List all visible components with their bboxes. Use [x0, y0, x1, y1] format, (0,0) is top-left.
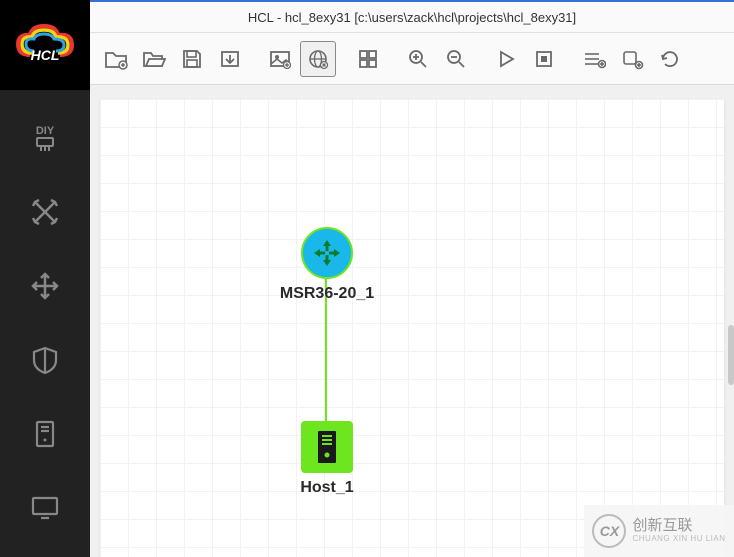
app-sidebar: HCL DIY — [0, 0, 90, 557]
toolbar-export-button[interactable] — [212, 41, 248, 77]
sidebar-item-arrows[interactable] — [27, 194, 63, 230]
node-label: Host_1 — [300, 479, 353, 497]
vertical-scrollbar[interactable] — [728, 85, 734, 557]
app-logo: HCL — [0, 0, 90, 90]
watermark-sub: CHUANG XIN HU LIAN — [632, 535, 725, 544]
toolbar-globe-button[interactable] — [300, 41, 336, 77]
router-icon — [301, 227, 353, 279]
svg-text:DIY: DIY — [36, 125, 55, 137]
toolbar-zoom-in-button[interactable] — [400, 41, 436, 77]
watermark-text: 创新互联 — [632, 518, 725, 535]
toolbar-refresh-button[interactable] — [652, 41, 688, 77]
toolbar-open-button[interactable] — [136, 41, 172, 77]
toolbar-grid-button[interactable] — [350, 41, 386, 77]
toolbar-list-add-button[interactable] — [576, 41, 612, 77]
topology-canvas[interactable]: MSR36-20_1 Host_1 — [100, 99, 724, 557]
svg-text:HCL: HCL — [31, 47, 60, 63]
toolbar-node-add-button[interactable] — [614, 41, 650, 77]
toolbar-zoom-out-button[interactable] — [438, 41, 474, 77]
topology-node-router[interactable]: MSR36-20_1 — [272, 227, 382, 303]
sidebar-item-server[interactable] — [27, 416, 63, 452]
window-title: HCL - hcl_8exy31 [c:\users\zack\hcl\proj… — [248, 10, 576, 25]
canvas-wrap: MSR36-20_1 Host_1 — [90, 85, 734, 557]
topology-node-host[interactable]: Host_1 — [292, 421, 362, 497]
toolbar-stop-button[interactable] — [526, 41, 562, 77]
toolbar-play-button[interactable] — [488, 41, 524, 77]
scrollbar-thumb[interactable] — [728, 325, 734, 385]
sidebar-item-monitor[interactable] — [27, 490, 63, 526]
toolbar-image-button[interactable] — [262, 41, 298, 77]
sidebar-item-diy[interactable]: DIY — [27, 120, 63, 156]
node-label: MSR36-20_1 — [280, 285, 374, 303]
sidebar-items: DIY — [27, 120, 63, 526]
toolbar — [90, 33, 734, 85]
titlebar: HCL - hcl_8exy31 [c:\users\zack\hcl\proj… — [90, 0, 734, 33]
toolbar-new-button[interactable] — [98, 41, 134, 77]
toolbar-save-button[interactable] — [174, 41, 210, 77]
main: HCL - hcl_8exy31 [c:\users\zack\hcl\proj… — [90, 0, 734, 557]
sidebar-item-shield[interactable] — [27, 342, 63, 378]
sidebar-item-move[interactable] — [27, 268, 63, 304]
watermark-logo: CX — [592, 514, 626, 548]
watermark: CX 创新互联 CHUANG XIN HU LIAN — [584, 505, 734, 557]
host-icon — [301, 421, 353, 473]
